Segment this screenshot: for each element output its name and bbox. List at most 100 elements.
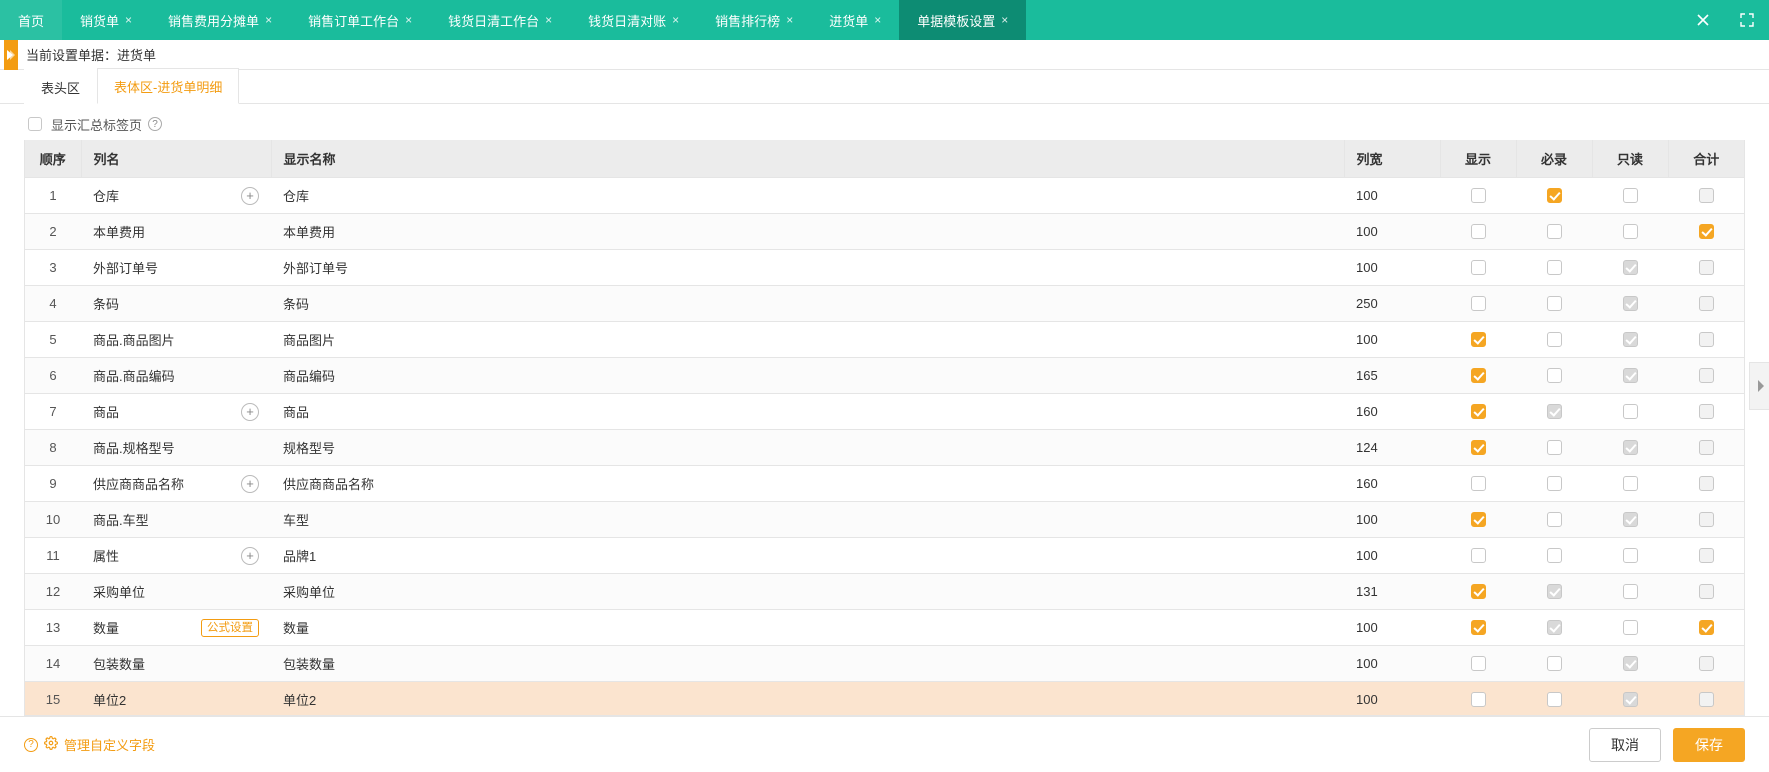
cell-width[interactable]: 100 [1344,502,1440,538]
checkbox-readonly[interactable] [1623,404,1638,419]
cell-display[interactable]: 外部订单号 [271,250,1344,286]
table-row[interactable]: 10商品.车型车型100 [25,502,1744,538]
table-row[interactable]: 12采购单位采购单位131 [25,574,1744,610]
tab-8[interactable]: 单据模板设置× [899,0,1026,40]
cell-display[interactable]: 数量 [271,610,1344,646]
checkbox-show[interactable] [1471,656,1486,671]
close-icon[interactable]: × [1001,13,1008,27]
save-button[interactable]: 保存 [1673,728,1745,762]
checkbox-required[interactable] [1547,260,1562,275]
cell-display[interactable]: 采购单位 [271,574,1344,610]
checkbox-show[interactable] [1471,692,1486,707]
add-icon[interactable]: + [241,187,259,205]
cell-display[interactable]: 供应商商品名称 [271,466,1344,502]
cell-width[interactable]: 100 [1344,682,1440,717]
cancel-button[interactable]: 取消 [1589,728,1661,762]
chevron-right-icon[interactable] [4,40,18,70]
table-row[interactable]: 8商品.规格型号规格型号124 [25,430,1744,466]
checkbox-show[interactable] [1471,584,1486,599]
fullscreen-button[interactable] [1725,0,1769,40]
close-icon[interactable]: × [125,13,132,27]
add-icon[interactable]: + [241,475,259,493]
checkbox-show[interactable] [1471,548,1486,563]
tab-2[interactable]: 销售费用分摊单× [150,0,290,40]
tab-5[interactable]: 钱货日清对账× [570,0,697,40]
checkbox-show[interactable] [1471,620,1486,635]
cell-width[interactable]: 250 [1344,286,1440,322]
cell-width[interactable]: 124 [1344,430,1440,466]
cell-width[interactable]: 100 [1344,214,1440,250]
table-row[interactable]: 14包装数量包装数量100 [25,646,1744,682]
section-tab-1[interactable]: 表体区-进货单明细 [97,68,239,104]
table-row[interactable]: 7商品+商品160 [25,394,1744,430]
cell-display[interactable]: 条码 [271,286,1344,322]
checkbox-required[interactable] [1547,368,1562,383]
checkbox-total[interactable] [1699,620,1714,635]
section-tab-0[interactable]: 表头区 [24,69,97,104]
close-icon[interactable]: × [786,13,793,27]
checkbox-show[interactable] [1471,404,1486,419]
cell-width[interactable]: 100 [1344,538,1440,574]
close-all-button[interactable] [1681,0,1725,40]
tab-0[interactable]: 首页 [0,0,62,40]
manage-custom-fields-link[interactable]: ? 管理自定义字段 [24,735,155,754]
cell-width[interactable]: 160 [1344,466,1440,502]
checkbox-show[interactable] [1471,296,1486,311]
close-icon[interactable]: × [874,13,881,27]
cell-display[interactable]: 单位2 [271,682,1344,717]
checkbox-show[interactable] [1471,260,1486,275]
checkbox-readonly[interactable] [1623,620,1638,635]
checkbox-required[interactable] [1547,332,1562,347]
cell-display[interactable]: 本单费用 [271,214,1344,250]
table-row[interactable]: 3外部订单号外部订单号100 [25,250,1744,286]
checkbox-required[interactable] [1547,548,1562,563]
tab-4[interactable]: 钱货日清工作台× [430,0,570,40]
add-icon[interactable]: + [241,547,259,565]
cell-display[interactable]: 规格型号 [271,430,1344,466]
cell-display[interactable]: 仓库 [271,178,1344,214]
checkbox-show[interactable] [1471,332,1486,347]
table-row[interactable]: 1仓库+仓库100 [25,178,1744,214]
table-row[interactable]: 11属性+品牌1100 [25,538,1744,574]
checkbox-required[interactable] [1547,440,1562,455]
checkbox-readonly[interactable] [1623,548,1638,563]
cell-width[interactable]: 160 [1344,394,1440,430]
close-icon[interactable]: × [405,13,412,27]
checkbox-required[interactable] [1547,692,1562,707]
tab-6[interactable]: 销售排行榜× [697,0,811,40]
checkbox-readonly[interactable] [1623,476,1638,491]
tab-7[interactable]: 进货单× [811,0,899,40]
checkbox-readonly[interactable] [1623,224,1638,239]
checkbox-show[interactable] [1471,368,1486,383]
checkbox-required[interactable] [1547,512,1562,527]
table-row[interactable]: 4条码条码250 [25,286,1744,322]
cell-display[interactable]: 包装数量 [271,646,1344,682]
cell-width[interactable]: 100 [1344,610,1440,646]
checkbox-show[interactable] [1471,476,1486,491]
table-row[interactable]: 6商品.商品编码商品编码165 [25,358,1744,394]
table-row[interactable]: 5商品.商品图片商品图片100 [25,322,1744,358]
close-icon[interactable]: × [265,13,272,27]
summary-toggle-checkbox[interactable] [28,117,42,131]
close-icon[interactable]: × [672,13,679,27]
cell-width[interactable]: 100 [1344,646,1440,682]
cell-display[interactable]: 商品图片 [271,322,1344,358]
table-row[interactable]: 9供应商商品名称+供应商商品名称160 [25,466,1744,502]
table-row[interactable]: 2本单费用本单费用100 [25,214,1744,250]
cell-display[interactable]: 商品 [271,394,1344,430]
table-row[interactable]: 13数量公式设置数量100 [25,610,1744,646]
checkbox-required[interactable] [1547,476,1562,491]
formula-pill[interactable]: 公式设置 [201,619,259,637]
checkbox-show[interactable] [1471,188,1486,203]
tab-1[interactable]: 销货单× [62,0,150,40]
cell-width[interactable]: 131 [1344,574,1440,610]
checkbox-required[interactable] [1547,296,1562,311]
checkbox-readonly[interactable] [1623,188,1638,203]
cell-width[interactable]: 165 [1344,358,1440,394]
close-icon[interactable]: × [545,13,552,27]
cell-width[interactable]: 100 [1344,250,1440,286]
cell-display[interactable]: 商品编码 [271,358,1344,394]
checkbox-show[interactable] [1471,224,1486,239]
checkbox-required[interactable] [1547,224,1562,239]
checkbox-required[interactable] [1547,188,1562,203]
